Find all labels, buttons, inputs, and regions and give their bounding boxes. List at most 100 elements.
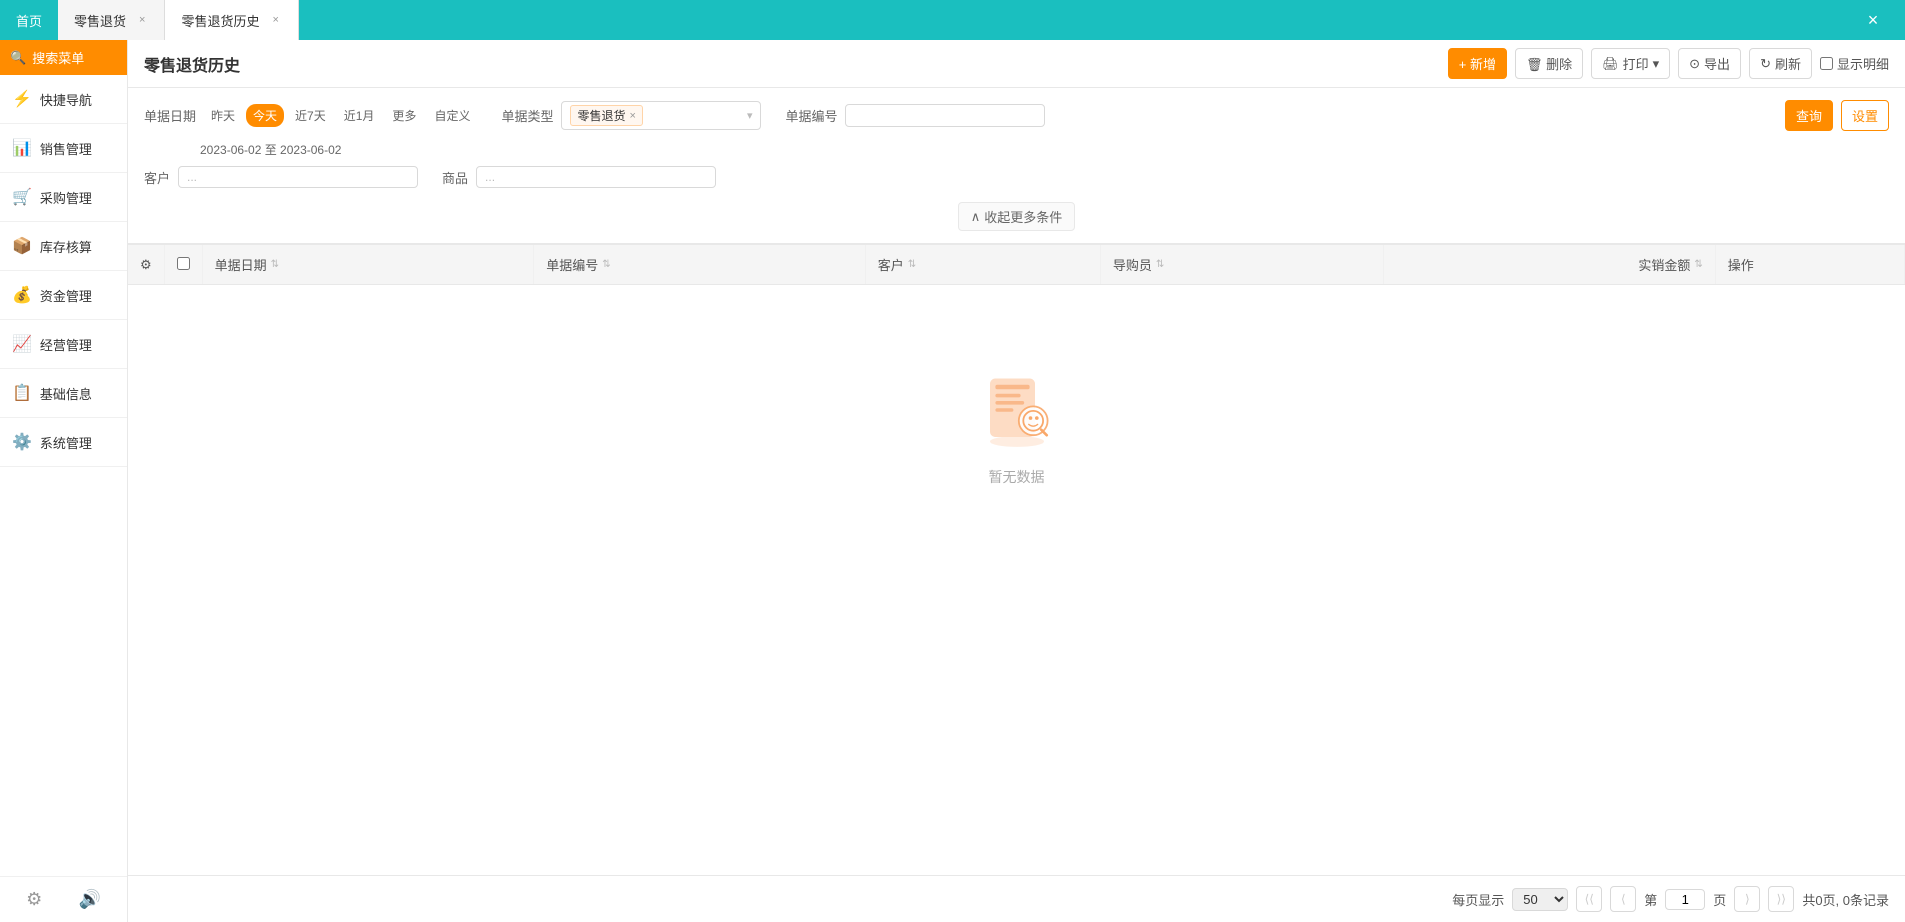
th-doc-no[interactable]: 单据编号 ⇅ (534, 245, 866, 285)
sidebar-item-label: 资金管理 (40, 286, 92, 305)
topbar-right: × (1857, 0, 1905, 40)
product-input[interactable]: ... (476, 166, 716, 188)
display-detail-label: 显示明细 (1837, 54, 1889, 73)
sidebar-item-sales-mgmt[interactable]: 📊 销售管理 (0, 124, 127, 173)
tab-home-label: 首页 (16, 11, 42, 30)
doc-no-input[interactable] (845, 104, 1045, 127)
th-checkbox[interactable] (164, 245, 202, 285)
th-guide[interactable]: 导购员 ⇅ (1100, 245, 1383, 285)
sidebar: 🔍 搜索菜单 ⚡ 快捷导航 📊 销售管理 🛒 采购管理 📦 库存核算 💰 资金管… (0, 40, 128, 922)
settings-icon[interactable]: ⚙ (140, 257, 152, 272)
collapse-label: 收起更多条件 (984, 207, 1062, 226)
th-doc-date[interactable]: 单据日期 ⇅ (202, 245, 534, 285)
th-doc-no-label: 单据编号 (546, 255, 598, 274)
sidebar-search[interactable]: 🔍 搜索菜单 (0, 40, 127, 75)
audio-bottom-icon[interactable]: 🔊 (78, 889, 100, 910)
finance-mgmt-icon: 💰 (12, 285, 32, 305)
sidebar-item-label: 采购管理 (40, 188, 92, 207)
print-icon: 🖨 (1602, 56, 1619, 72)
delete-button[interactable]: 🗑 删除 (1515, 48, 1583, 79)
sidebar-item-finance-mgmt[interactable]: 💰 资金管理 (0, 271, 127, 320)
doc-type-tag-close[interactable]: × (629, 110, 635, 122)
tab-home[interactable]: 首页 (0, 0, 58, 40)
print-button[interactable]: 🖨 打印 ▾ (1591, 48, 1670, 79)
sidebar-item-purchase-mgmt[interactable]: 🛒 采购管理 (0, 173, 127, 222)
date-btn-last7[interactable]: 近7天 (288, 104, 333, 127)
top-bar: 首页 零售退货 × 零售退货历史 × × (0, 0, 1905, 40)
display-detail-checkbox[interactable] (1820, 57, 1833, 70)
refresh-button[interactable]: ↻ 刷新 (1749, 48, 1812, 79)
sidebar-item-label: 销售管理 (40, 139, 92, 158)
sidebar-item-basic-info[interactable]: 📋 基础信息 (0, 369, 127, 418)
sidebar-item-label: 经营管理 (40, 335, 92, 354)
product-label: 商品 (442, 168, 468, 187)
purchase-mgmt-icon: 🛒 (12, 187, 32, 207)
page-header: 零售退货历史 + 新增 🗑 删除 🖨 打印 ▾ ⊙ 导出 ↻ 刷新 (128, 40, 1905, 88)
page-suffix: 页 (1713, 890, 1726, 909)
doc-type-tag: 零售退货 × (570, 105, 642, 126)
tab-retail-return-history[interactable]: 零售退货历史 × (165, 0, 298, 40)
product-placeholder: ... (485, 170, 495, 184)
date-btn-custom[interactable]: 自定义 (427, 104, 477, 127)
sidebar-item-operations-mgmt[interactable]: 📈 经营管理 (0, 320, 127, 369)
per-page-label: 每页显示 (1452, 890, 1504, 909)
page-first-button[interactable]: ⟨⟨ (1576, 886, 1602, 912)
empty-text: 暂无数据 (989, 467, 1045, 487)
sidebar-item-system-mgmt[interactable]: ⚙️ 系统管理 (0, 418, 127, 467)
collapse-button[interactable]: ∧ 收起更多条件 (958, 202, 1076, 231)
date-btn-yesterday[interactable]: 昨天 (204, 104, 242, 127)
doc-no-filter: 单据编号 (785, 104, 1045, 127)
settings-bottom-icon[interactable]: ⚙ (26, 889, 42, 910)
filter-row-1: 单据日期 昨天 今天 近7天 近1月 更多 自定义 单据类型 (144, 100, 1889, 131)
th-amount-label: 实销金额 (1638, 255, 1690, 274)
date-btn-last1m[interactable]: 近1月 (337, 104, 382, 127)
empty-image (972, 365, 1062, 455)
th-doc-date-label: 单据日期 (215, 255, 267, 274)
th-customer[interactable]: 客户 ⇅ (865, 245, 1100, 285)
tab-bar: 首页 零售退货 × 零售退货历史 × (0, 0, 1857, 40)
settings-button[interactable]: 设置 (1841, 100, 1889, 131)
page-next-button[interactable]: ⟩ (1734, 886, 1760, 912)
tab-retail-return-close[interactable]: × (136, 13, 148, 27)
page-number-input[interactable] (1665, 889, 1705, 910)
sidebar-item-quick-nav[interactable]: ⚡ 快捷导航 (0, 75, 127, 124)
inventory-icon: 📦 (12, 236, 32, 256)
filter-area: 单据日期 昨天 今天 近7天 近1月 更多 自定义 单据类型 (128, 88, 1905, 244)
table-container: ⚙ 单据日期 ⇅ 单据编号 (128, 244, 1905, 875)
sidebar-item-inventory[interactable]: 📦 库存核算 (0, 222, 127, 271)
window-close-button[interactable]: × (1857, 4, 1889, 36)
doc-no-sort-icon: ⇅ (602, 259, 610, 270)
select-all-checkbox[interactable] (177, 257, 190, 270)
refresh-icon: ↻ (1760, 56, 1771, 72)
doc-type-tag-container[interactable]: 零售退货 × ▾ (561, 101, 761, 130)
tab-retail-return-history-label: 零售退货历史 (181, 11, 259, 30)
date-shortcuts: 昨天 今天 近7天 近1月 更多 自定义 (204, 104, 477, 127)
sidebar-item-label: 库存核算 (40, 237, 92, 256)
date-btn-more[interactable]: 更多 (385, 104, 423, 127)
th-amount[interactable]: 实销金额 ⇅ (1384, 245, 1716, 285)
th-guide-label: 导购员 (1113, 255, 1152, 274)
page-prev-button[interactable]: ⟨ (1610, 886, 1636, 912)
display-detail-toggle[interactable]: 显示明细 (1820, 54, 1889, 73)
export-button[interactable]: ⊙ 导出 (1678, 48, 1741, 79)
search-icon: 🔍 (10, 50, 26, 66)
date-filter: 单据日期 昨天 今天 近7天 近1月 更多 自定义 (144, 104, 477, 127)
tab-retail-return-history-close[interactable]: × (269, 13, 281, 27)
system-mgmt-icon: ⚙️ (12, 432, 32, 452)
per-page-select[interactable]: 50 100 200 (1512, 888, 1568, 911)
sales-mgmt-icon: 📊 (12, 138, 32, 158)
th-settings[interactable]: ⚙ (128, 245, 164, 285)
tab-retail-return[interactable]: 零售退货 × (58, 0, 165, 40)
page-title: 零售退货历史 (144, 52, 240, 76)
sidebar-bottom: ⚙ 🔊 (0, 876, 127, 922)
customer-filter: 客户 ... (144, 166, 418, 188)
doc-type-dropdown-icon: ▾ (747, 109, 753, 122)
new-button[interactable]: + 新增 (1448, 48, 1507, 79)
date-filter-label: 单据日期 (144, 106, 196, 125)
collapse-up-icon: ∧ (971, 209, 981, 225)
page-last-button[interactable]: ⟩⟩ (1768, 886, 1794, 912)
query-button[interactable]: 查询 (1785, 100, 1833, 131)
print-chevron-icon: ▾ (1653, 56, 1660, 72)
customer-input[interactable]: ... (178, 166, 418, 188)
date-btn-today[interactable]: 今天 (246, 104, 284, 127)
